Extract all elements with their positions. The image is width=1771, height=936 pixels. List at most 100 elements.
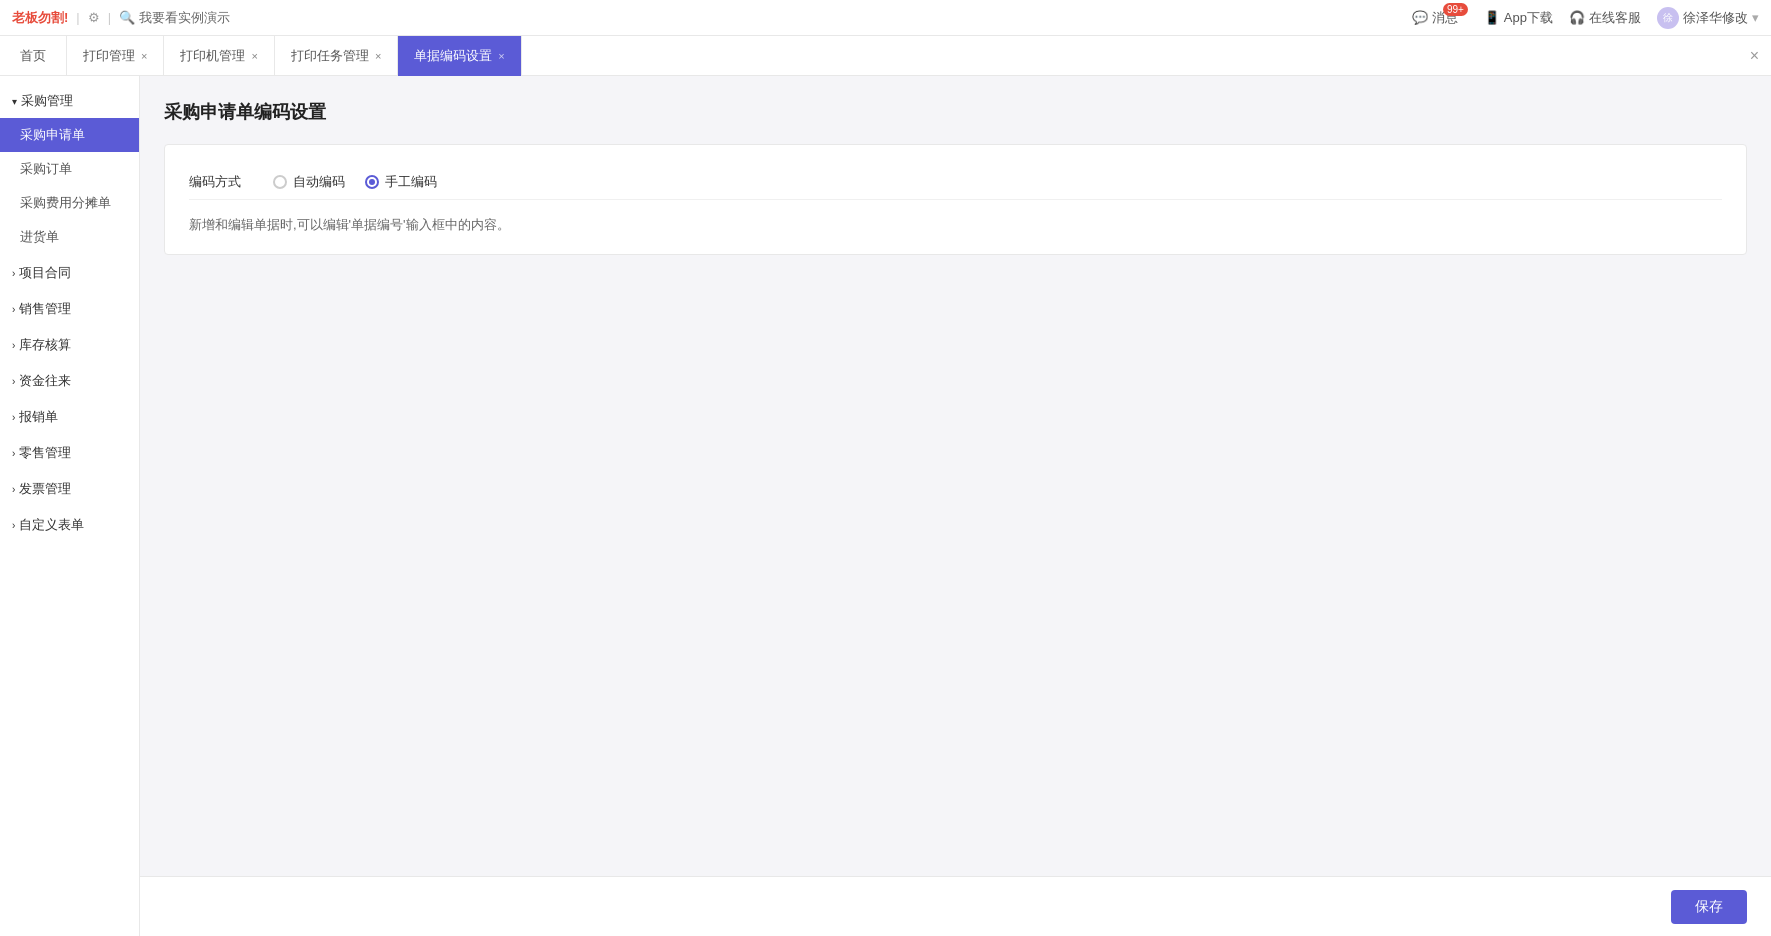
tab-print-manage[interactable]: 打印管理 × [67,36,164,76]
app-download-button[interactable]: 📱 App下载 [1484,9,1553,27]
sidebar-group-custom-title[interactable]: › 自定义表单 [0,508,139,542]
search-area[interactable]: 🔍 我要看实例演示 [119,9,230,27]
radio-group: 自动编码 手工编码 [273,173,437,191]
page-title: 采购申请单编码设置 [164,100,1747,124]
message-button[interactable]: 💬 消息 99+ [1412,9,1458,27]
sidebar-group-sales-title[interactable]: › 销售管理 [0,292,139,326]
sidebar-group-invoice-label: 发票管理 [19,480,71,498]
sidebar-group-finance: › 资金往来 [0,364,139,398]
sidebar-item-purchase-expense[interactable]: 采购费用分摊单 [0,186,139,220]
headset-icon: 🎧 [1569,10,1585,25]
sidebar-group-expense-title[interactable]: › 报销单 [0,400,139,434]
sidebar-group-purchase: ▾ 采购管理 采购申请单 采购订单 采购费用分摊单 进货单 [0,84,139,254]
content-area: 采购申请单编码设置 编码方式 自动编码 手工编码 [140,76,1771,936]
radio-manual[interactable]: 手工编码 [365,173,437,191]
sidebar-group-finance-label: 资金往来 [19,372,71,390]
sidebar-item-stock-in-label: 进货单 [20,229,59,244]
user-info[interactable]: 徐 徐泽华修改 ▾ [1657,7,1759,29]
hint-text: 新增和编辑单据时,可以编辑'单据编号'输入框中的内容。 [189,216,1722,234]
sidebar-group-custom: › 自定义表单 [0,508,139,542]
message-badge: 99+ [1443,3,1468,16]
sidebar-group-purchase-title[interactable]: ▾ 采购管理 [0,84,139,118]
sidebar-group-invoice-title[interactable]: › 发票管理 [0,472,139,506]
user-dropdown-icon: ▾ [1752,10,1759,25]
expand-icon-retail: › [12,448,15,459]
sidebar-item-purchase-request[interactable]: 采购申请单 [0,118,139,152]
top-bar-right: 💬 消息 99+ 📱 App下载 🎧 在线客服 徐 徐泽华修改 ▾ [1412,7,1759,29]
sidebar-item-purchase-order-label: 采购订单 [20,161,72,176]
sidebar-group-project: › 项目合同 [0,256,139,290]
expand-icon-finance: › [12,376,15,387]
sidebar-group-project-title[interactable]: › 项目合同 [0,256,139,290]
top-bar-divider2: | [108,10,111,25]
sidebar-group-retail-label: 零售管理 [19,444,71,462]
radio-manual-outer [365,175,379,189]
app-download-label: App下载 [1504,9,1553,27]
radio-auto[interactable]: 自动编码 [273,173,345,191]
tab-print-manage-close[interactable]: × [141,50,147,62]
tab-printer-manage-label: 打印机管理 [180,47,245,65]
search-icon: 🔍 [119,10,135,25]
tab-printer-manage[interactable]: 打印机管理 × [164,36,274,76]
tab-barcode-setting-close[interactable]: × [498,50,504,62]
expand-icon-custom: › [12,520,15,531]
user-name: 徐泽华修改 [1683,9,1748,27]
tab-print-task-close[interactable]: × [375,50,381,62]
expand-icon-invoice: › [12,484,15,495]
sidebar-group-sales: › 销售管理 [0,292,139,326]
main-layout: ▾ 采购管理 采购申请单 采购订单 采购费用分摊单 进货单 › 项目合同 [0,76,1771,936]
tab-bar: 首页 打印管理 × 打印机管理 × 打印任务管理 × 单据编码设置 × × [0,36,1771,76]
logo-text: 老板勿割! [12,9,68,27]
tab-barcode-setting-label: 单据编码设置 [414,47,492,65]
expand-icon-project: › [12,268,15,279]
sidebar-group-inventory-title[interactable]: › 库存核算 [0,328,139,362]
top-bar-left: 老板勿割! | ⚙ | 🔍 我要看实例演示 [12,9,230,27]
sidebar-item-purchase-request-label: 采购申请单 [20,127,85,142]
radio-auto-outer [273,175,287,189]
sidebar-group-retail: › 零售管理 [0,436,139,470]
top-bar: 老板勿割! | ⚙ | 🔍 我要看实例演示 💬 消息 99+ 📱 App下载 🎧… [0,0,1771,36]
close-all-tabs-icon[interactable]: × [1750,47,1759,65]
settings-icon[interactable]: ⚙ [88,10,100,25]
sidebar: ▾ 采购管理 采购申请单 采购订单 采购费用分摊单 进货单 › 项目合同 [0,76,140,936]
save-button[interactable]: 保存 [1671,890,1747,924]
sidebar-group-purchase-label: 采购管理 [21,92,73,110]
sidebar-group-inventory: › 库存核算 [0,328,139,362]
sidebar-group-finance-title[interactable]: › 资金往来 [0,364,139,398]
customer-service-label: 在线客服 [1589,9,1641,27]
tab-home-label: 首页 [20,47,46,65]
tab-print-task-label: 打印任务管理 [291,47,369,65]
sidebar-group-inventory-label: 库存核算 [19,336,71,354]
sidebar-group-expense-label: 报销单 [19,408,58,426]
search-text: 我要看实例演示 [139,9,230,27]
sidebar-group-retail-title[interactable]: › 零售管理 [0,436,139,470]
sidebar-item-purchase-order[interactable]: 采购订单 [0,152,139,186]
encoding-label: 编码方式 [189,173,249,191]
message-icon: 💬 [1412,10,1428,25]
app-download-icon: 📱 [1484,10,1500,25]
radio-manual-inner [369,179,375,185]
tab-print-manage-label: 打印管理 [83,47,135,65]
expand-icon-sales: › [12,304,15,315]
radio-auto-label: 自动编码 [293,173,345,191]
settings-card: 编码方式 自动编码 手工编码 新增和编 [164,144,1747,255]
footer-bar: 保存 [140,876,1771,936]
content-inner: 采购申请单编码设置 编码方式 自动编码 手工编码 [140,76,1771,936]
tab-printer-manage-close[interactable]: × [251,50,257,62]
sidebar-group-expense: › 报销单 [0,400,139,434]
tab-home[interactable]: 首页 [0,36,67,76]
sidebar-item-purchase-expense-label: 采购费用分摊单 [20,195,111,210]
collapse-icon: ▾ [12,96,17,107]
radio-manual-label: 手工编码 [385,173,437,191]
sidebar-item-stock-in[interactable]: 进货单 [0,220,139,254]
tab-barcode-setting[interactable]: 单据编码设置 × [398,36,521,76]
customer-service-button[interactable]: 🎧 在线客服 [1569,9,1641,27]
expand-icon-expense: › [12,412,15,423]
sidebar-group-sales-label: 销售管理 [19,300,71,318]
sidebar-group-invoice: › 发票管理 [0,472,139,506]
expand-icon-inventory: › [12,340,15,351]
tab-print-task[interactable]: 打印任务管理 × [275,36,398,76]
avatar: 徐 [1657,7,1679,29]
encoding-row: 编码方式 自动编码 手工编码 [189,165,1722,200]
sidebar-group-project-label: 项目合同 [19,264,71,282]
